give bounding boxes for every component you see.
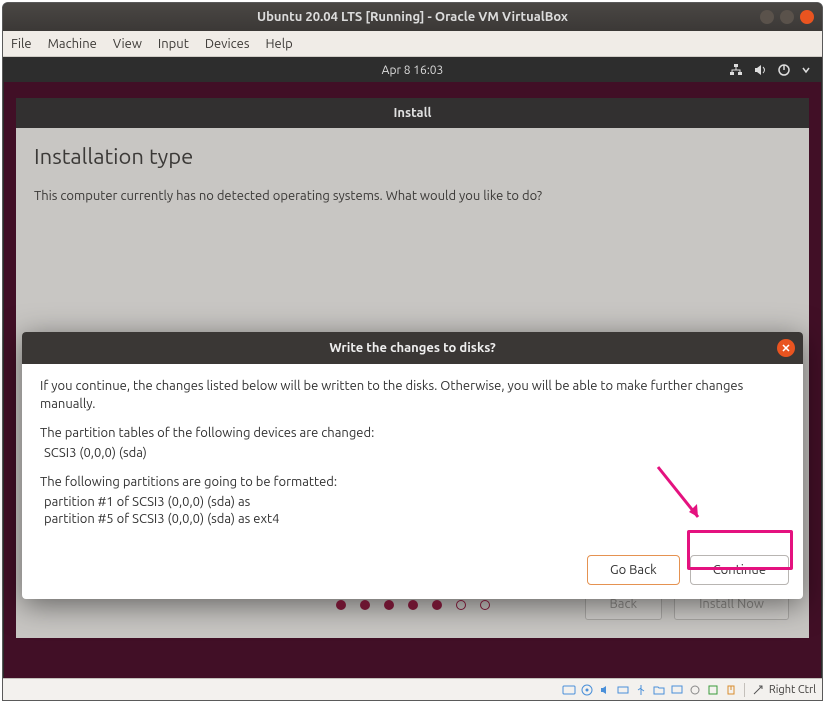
continue-button[interactable]: Continue [690, 555, 789, 585]
progress-dot [336, 600, 346, 610]
network-adapter-icon[interactable] [616, 683, 630, 697]
minimize-button[interactable] [760, 10, 774, 24]
dialog-partition-2: partition #5 of SCSI3 (0,0,0) (sda) as e… [40, 511, 785, 529]
progress-dot [456, 600, 466, 610]
dialog-device-1: SCSI3 (0,0,0) (sda) [40, 445, 785, 463]
close-icon: ✕ [781, 342, 790, 355]
menu-help[interactable]: Help [266, 37, 293, 51]
progress-dot [408, 600, 418, 610]
audio-icon[interactable] [598, 683, 612, 697]
progress-dot [384, 600, 394, 610]
dialog-partitions-heading: The following partitions are going to be… [40, 474, 785, 492]
maximize-button[interactable] [780, 10, 794, 24]
cpu-icon[interactable] [706, 683, 720, 697]
dialog-title: Write the changes to disks? [329, 341, 495, 355]
progress-dot [480, 600, 490, 610]
close-button[interactable] [800, 10, 814, 24]
host-titlebar[interactable]: Ubuntu 20.04 LTS [Running] - Oracle VM V… [3, 3, 822, 31]
shared-folders-icon[interactable] [652, 683, 666, 697]
dialog-backdrop: Write the changes to disks? ✕ If you con… [4, 58, 821, 678]
dialog-close-button[interactable]: ✕ [777, 339, 795, 357]
host-menubar: File Machine View Input Devices Help [3, 31, 822, 57]
menu-input[interactable]: Input [158, 37, 189, 51]
display-icon[interactable] [670, 683, 684, 697]
menu-file[interactable]: File [11, 37, 32, 51]
progress-dot [360, 600, 370, 610]
menu-machine[interactable]: Machine [48, 37, 97, 51]
usb-icon[interactable] [634, 683, 648, 697]
go-back-button[interactable]: Go Back [587, 555, 680, 585]
host-window: Ubuntu 20.04 LTS [Running] - Oracle VM V… [2, 2, 823, 701]
recording-icon[interactable] [688, 683, 702, 697]
menu-view[interactable]: View [113, 37, 142, 51]
hard-disk-icon[interactable] [562, 683, 576, 697]
menu-devices[interactable]: Devices [205, 37, 250, 51]
dialog-devices-heading: The partition tables of the following de… [40, 425, 785, 443]
dialog-intro: If you continue, the changes listed belo… [40, 378, 785, 413]
dialog-partition-1: partition #1 of SCSI3 (0,0,0) (sda) as [40, 494, 785, 512]
separator [744, 683, 745, 697]
guest-desktop: Apr 8 16:03 Install Installation type Th… [4, 58, 821, 678]
dialog-body: If you continue, the changes listed belo… [22, 364, 803, 549]
mouse-integration-icon[interactable] [724, 683, 738, 697]
progress-dot [432, 600, 442, 610]
confirm-dialog: Write the changes to disks? ✕ If you con… [22, 332, 803, 599]
host-window-controls [760, 10, 814, 24]
progress-dots [336, 600, 490, 610]
optical-disk-icon[interactable] [580, 683, 594, 697]
vbox-statusbar: Right Ctrl [3, 678, 822, 700]
host-title: Ubuntu 20.04 LTS [Running] - Oracle VM V… [257, 10, 568, 24]
dialog-buttons: Go Back Continue [22, 549, 803, 599]
host-key-icon[interactable] [751, 683, 765, 697]
dialog-titlebar[interactable]: Write the changes to disks? ✕ [22, 332, 803, 364]
host-key-label: Right Ctrl [769, 684, 816, 696]
